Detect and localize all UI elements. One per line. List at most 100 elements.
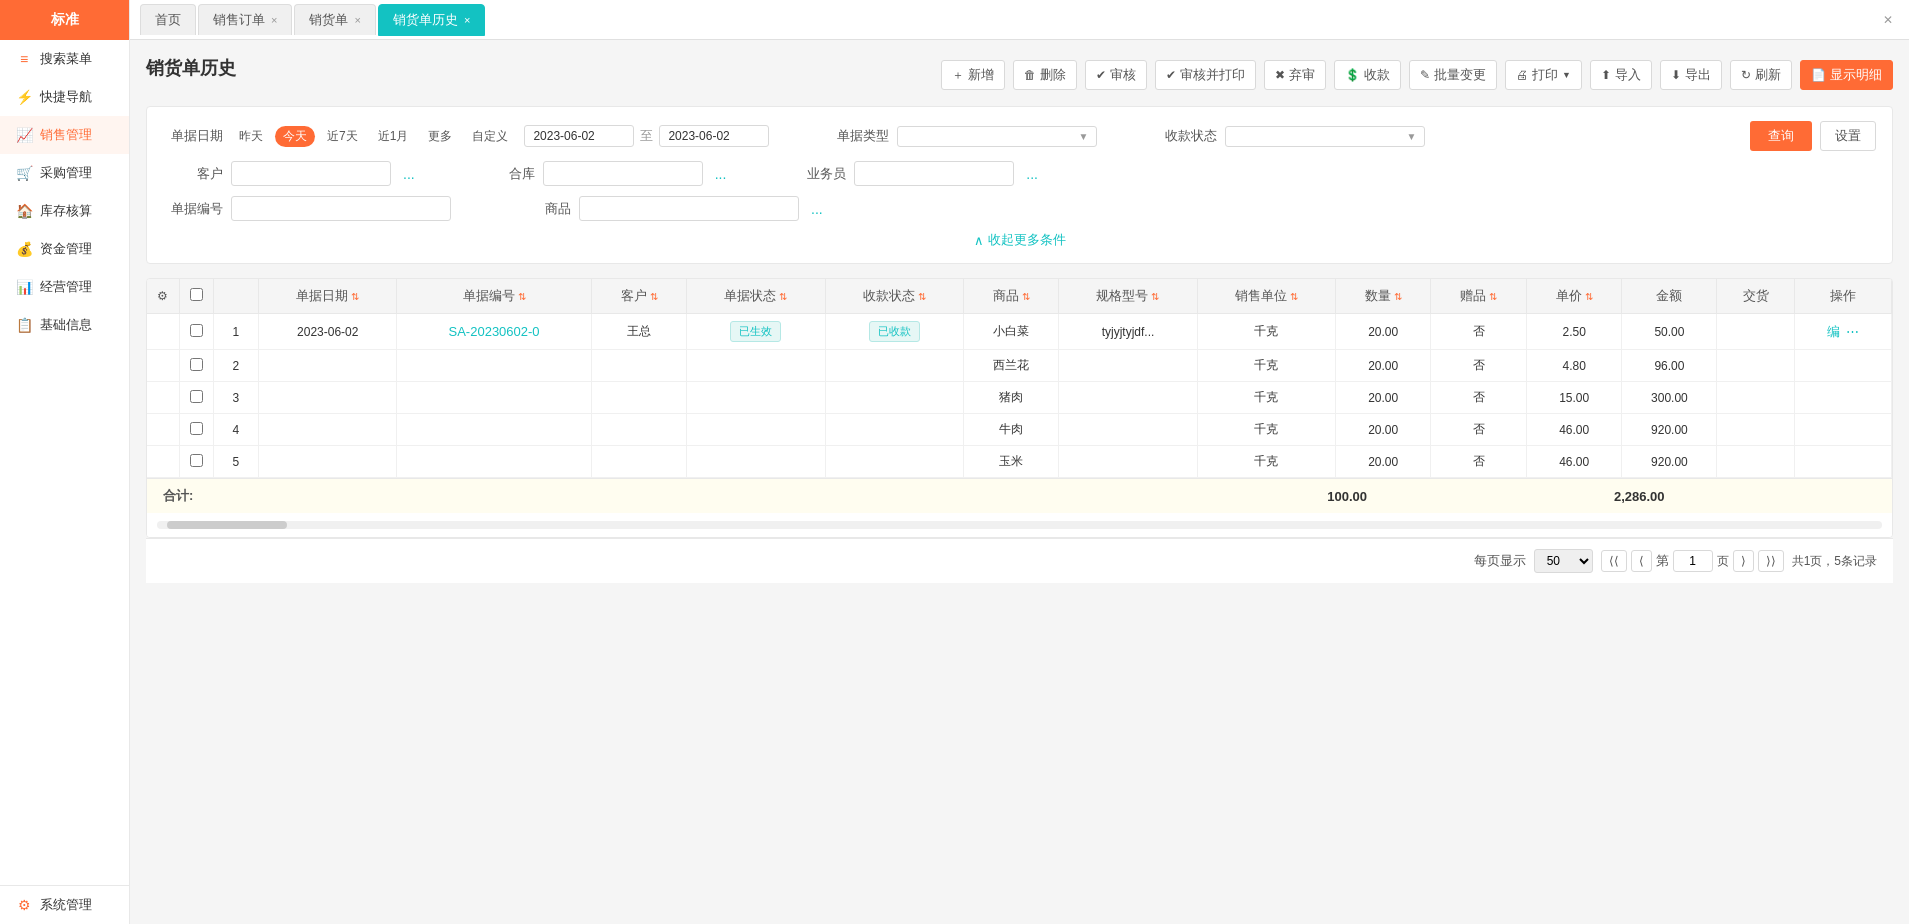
refresh-button[interactable]: ↻ 刷新 bbox=[1730, 60, 1792, 90]
print-button[interactable]: 🖨 打印 ▼ bbox=[1505, 60, 1582, 90]
chip-1month[interactable]: 近1月 bbox=[370, 126, 417, 147]
collect-button[interactable]: 💲 收款 bbox=[1334, 60, 1401, 90]
sidebar-item-finance[interactable]: 💰 资金管理 bbox=[0, 230, 129, 268]
customer-input[interactable] bbox=[231, 161, 391, 186]
sidebar-item-inventory[interactable]: 🏠 库存核算 bbox=[0, 192, 129, 230]
tab-sales-goods-close[interactable]: × bbox=[354, 14, 360, 26]
warehouse-dots[interactable]: ... bbox=[715, 166, 727, 182]
th-customer[interactable]: 客户⇅ bbox=[591, 279, 686, 314]
sidebar-item-label: 基础信息 bbox=[40, 316, 92, 334]
setting-button[interactable]: 设置 bbox=[1820, 121, 1876, 151]
page-label: 页 bbox=[1717, 553, 1729, 570]
th-goods[interactable]: 商品⇅ bbox=[963, 279, 1058, 314]
tab-bar-close-btn[interactable]: ✕ bbox=[1877, 13, 1899, 27]
goods-input[interactable] bbox=[579, 196, 799, 221]
td-checkbox[interactable] bbox=[179, 382, 213, 414]
th-doc-no[interactable]: 单据编号⇅ bbox=[397, 279, 591, 314]
tab-sales-order-close[interactable]: × bbox=[271, 14, 277, 26]
warehouse-input[interactable] bbox=[543, 161, 703, 186]
sidebar-item-ops[interactable]: 📊 经营管理 bbox=[0, 268, 129, 306]
td-doc-no[interactable]: SA-20230602-0 bbox=[397, 314, 591, 350]
export-button[interactable]: ⬇ 导出 bbox=[1660, 60, 1722, 90]
th-spec[interactable]: 规格型号⇅ bbox=[1059, 279, 1197, 314]
edit-action-btn[interactable]: 编 bbox=[1827, 324, 1840, 339]
pay-status-chevron: ▼ bbox=[1406, 131, 1416, 142]
td-doc-status: 已生效 bbox=[687, 314, 825, 350]
import-button[interactable]: ⬆ 导入 bbox=[1590, 60, 1652, 90]
th-unit-price[interactable]: 单价⇅ bbox=[1526, 279, 1621, 314]
doc-no-input[interactable] bbox=[231, 196, 451, 221]
scrollbar-thumb[interactable] bbox=[167, 521, 287, 529]
query-button[interactable]: 查询 bbox=[1750, 121, 1812, 151]
status-badge: 已收款 bbox=[869, 321, 920, 342]
abandon-button[interactable]: ✖ 弃审 bbox=[1264, 60, 1326, 90]
row-checkbox[interactable] bbox=[190, 324, 203, 337]
tab-sales-history[interactable]: 销货单历史 × bbox=[378, 4, 485, 36]
batch-change-button[interactable]: ✎ 批量变更 bbox=[1409, 60, 1497, 90]
salesperson-dots[interactable]: ... bbox=[1026, 166, 1038, 182]
more-action-btn[interactable]: ⋯ bbox=[1846, 324, 1859, 339]
th-qty[interactable]: 数量⇅ bbox=[1335, 279, 1430, 314]
th-pay-status[interactable]: 收款状态⇅ bbox=[825, 279, 963, 314]
td-doc-no[interactable] bbox=[397, 414, 591, 446]
th-gift[interactable]: 赠品⇅ bbox=[1431, 279, 1526, 314]
tab-sales-goods[interactable]: 销货单 × bbox=[294, 4, 375, 35]
doc-no-link[interactable]: SA-20230602-0 bbox=[449, 324, 540, 339]
th-sales-unit[interactable]: 销售单位⇅ bbox=[1197, 279, 1335, 314]
tab-home[interactable]: 首页 bbox=[140, 4, 196, 35]
th-trade: 交货 bbox=[1717, 279, 1794, 314]
page-size-select[interactable]: 50 10 20 100 bbox=[1534, 549, 1593, 573]
sidebar-item-quick-nav[interactable]: ⚡ 快捷导航 bbox=[0, 78, 129, 116]
sidebar-item-purchase[interactable]: 🛒 采购管理 bbox=[0, 154, 129, 192]
td-checkbox[interactable] bbox=[179, 314, 213, 350]
page-input[interactable] bbox=[1673, 550, 1713, 572]
chip-7days[interactable]: 近7天 bbox=[319, 126, 366, 147]
chip-today[interactable]: 今天 bbox=[275, 126, 315, 147]
row-checkbox[interactable] bbox=[190, 358, 203, 371]
page-next-btn[interactable]: ⟩ bbox=[1733, 550, 1754, 572]
row-checkbox[interactable] bbox=[190, 454, 203, 467]
select-all-checkbox[interactable] bbox=[190, 288, 203, 301]
th-doc-status[interactable]: 单据状态⇅ bbox=[687, 279, 825, 314]
row-checkbox[interactable] bbox=[190, 422, 203, 435]
collapse-filter-btn[interactable]: ∧ 收起更多条件 bbox=[163, 231, 1876, 249]
chip-more[interactable]: 更多 bbox=[420, 126, 460, 147]
customer-sort-icon: ⇅ bbox=[650, 291, 658, 302]
th-gear[interactable]: ⚙ bbox=[147, 279, 179, 314]
td-spec: tyjyjtyjdf... bbox=[1059, 314, 1197, 350]
td-doc-no[interactable] bbox=[397, 382, 591, 414]
td-checkbox[interactable] bbox=[179, 350, 213, 382]
audit-print-button[interactable]: ✔ 审核并打印 bbox=[1155, 60, 1256, 90]
tab-sales-history-close[interactable]: × bbox=[464, 14, 470, 26]
tab-sales-order[interactable]: 销售订单 × bbox=[198, 4, 292, 35]
page-last-btn[interactable]: ⟩⟩ bbox=[1758, 550, 1784, 572]
page-first-btn[interactable]: ⟨⟨ bbox=[1601, 550, 1627, 572]
pay-status-select[interactable]: ▼ bbox=[1225, 126, 1425, 147]
sidebar-item-base-info[interactable]: 📋 基础信息 bbox=[0, 306, 129, 344]
customer-dots[interactable]: ... bbox=[403, 166, 415, 182]
date-to-input[interactable] bbox=[659, 125, 769, 147]
goods-dots[interactable]: ... bbox=[811, 201, 823, 217]
delete-button[interactable]: 🗑 删除 bbox=[1013, 60, 1077, 90]
row-checkbox[interactable] bbox=[190, 390, 203, 403]
td-doc-no[interactable] bbox=[397, 446, 591, 478]
horizontal-scrollbar[interactable] bbox=[157, 521, 1882, 529]
td-checkbox[interactable] bbox=[179, 414, 213, 446]
page-prev-btn[interactable]: ⟨ bbox=[1631, 550, 1652, 572]
show-detail-button[interactable]: 📄 显示明细 bbox=[1800, 60, 1893, 90]
td-checkbox[interactable] bbox=[179, 446, 213, 478]
salesperson-input[interactable] bbox=[854, 161, 1014, 186]
add-button[interactable]: ＋ 新增 bbox=[941, 60, 1005, 90]
td-doc-no[interactable] bbox=[397, 350, 591, 382]
td-unit-price: 4.80 bbox=[1526, 350, 1621, 382]
sidebar-item-search-menu[interactable]: ≡ 搜索菜单 bbox=[0, 40, 129, 78]
th-doc-date[interactable]: 单据日期⇅ bbox=[259, 279, 397, 314]
audit-button[interactable]: ✔ 审核 bbox=[1085, 60, 1147, 90]
date-from-input[interactable] bbox=[524, 125, 634, 147]
sidebar-item-sales[interactable]: 📈 销售管理 bbox=[0, 116, 129, 154]
chip-yesterday[interactable]: 昨天 bbox=[231, 126, 271, 147]
th-action: 操作 bbox=[1794, 279, 1891, 314]
doc-type-select[interactable]: ▼ bbox=[897, 126, 1097, 147]
sidebar-item-sys[interactable]: ⚙ 系统管理 bbox=[0, 885, 129, 924]
chip-custom[interactable]: 自定义 bbox=[464, 126, 516, 147]
